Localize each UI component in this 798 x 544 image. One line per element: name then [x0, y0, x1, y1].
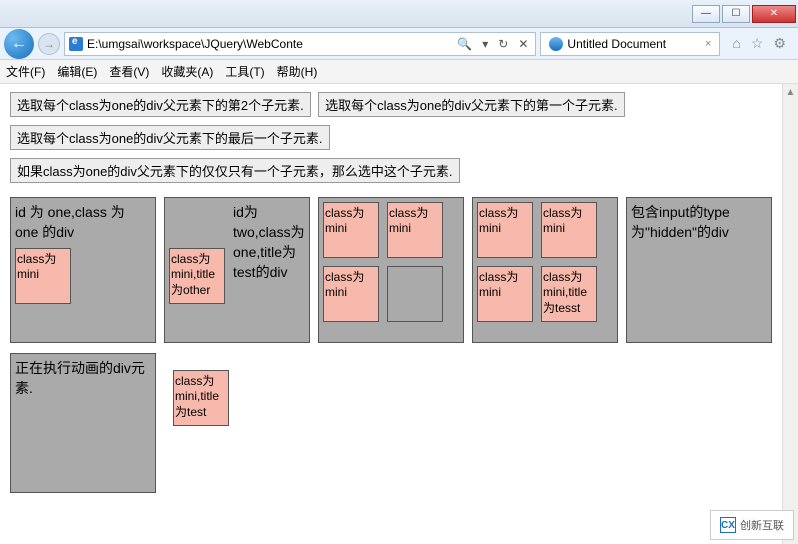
- div-one: id 为 one,class 为 one 的div class为mini: [10, 197, 156, 343]
- div-two: id为two,class为one,title为test的div class为mi…: [164, 197, 310, 343]
- btn-first-child[interactable]: 选取每个class为one的div父元素下的第一个子元素.: [318, 92, 625, 117]
- div-animating-title: 正在执行动画的div元素.: [15, 358, 151, 398]
- div-hidden-input: 包含input的type为"hidden"的div: [626, 197, 772, 343]
- home-icon[interactable]: ⌂: [732, 35, 740, 52]
- address-input[interactable]: [87, 37, 450, 51]
- minimize-button[interactable]: —: [692, 5, 720, 23]
- mini-box: class为mini: [387, 202, 443, 258]
- mini-box: class为mini: [477, 266, 533, 322]
- btn-last-child[interactable]: 选取每个class为one的div父元素下的最后一个子元素.: [10, 125, 330, 150]
- div-two-title: id为two,class为one,title为test的div: [233, 202, 305, 282]
- watermark-logo: CX: [720, 517, 736, 533]
- box-row-1: id 为 one,class 为 one 的div class为mini id为…: [10, 197, 788, 343]
- mini-box: class为mini: [323, 202, 379, 258]
- forward-button[interactable]: →: [38, 33, 60, 55]
- button-row-1: 选取每个class为one的div父元素下的第2个子元素. 选取每个class为…: [10, 92, 788, 121]
- div-four: class为mini class为mini class为mini class为m…: [472, 197, 618, 343]
- mini-box-empty: [387, 266, 443, 322]
- browser-tab[interactable]: Untitled Document ×: [540, 32, 720, 56]
- scroll-track[interactable]: [783, 100, 798, 528]
- menu-favorites[interactable]: 收藏夹(A): [161, 63, 213, 80]
- refresh-icon[interactable]: ↻: [495, 37, 511, 51]
- menu-tools[interactable]: 工具(T): [225, 63, 264, 80]
- button-row-3: 如果class为one的div父元素下的仅仅只有一个子元素，那么选中这个子元素.: [10, 158, 788, 187]
- vertical-scrollbar[interactable]: ▲ ▼: [782, 84, 798, 544]
- address-dropdown-icon[interactable]: ▾: [479, 37, 491, 51]
- address-bar[interactable]: 🔍 ▾ ↻ ✕: [64, 32, 536, 56]
- mini-box: class为mini: [477, 202, 533, 258]
- mini-box: class为mini: [15, 248, 71, 304]
- menu-bar: 文件(F) 编辑(E) 查看(V) 收藏夹(A) 工具(T) 帮助(H): [0, 60, 798, 84]
- btn-only-child[interactable]: 如果class为one的div父元素下的仅仅只有一个子元素，那么选中这个子元素.: [10, 158, 460, 183]
- box-row-2: 正在执行动画的div元素.: [10, 353, 788, 493]
- mini-box: class为mini,title为other: [169, 248, 225, 304]
- menu-view[interactable]: 查看(V): [109, 63, 149, 80]
- ie-page-icon: [69, 37, 83, 51]
- mini-box: class为mini: [323, 266, 379, 322]
- watermark: CX 创新互联: [710, 510, 794, 540]
- tab-title: Untitled Document: [567, 37, 666, 51]
- scroll-up-icon[interactable]: ▲: [783, 84, 798, 100]
- search-icon[interactable]: 🔍: [454, 37, 475, 51]
- mini-box: class为mini,title为tesst: [541, 266, 597, 322]
- btn-nth-child-2[interactable]: 选取每个class为one的div父元素下的第2个子元素.: [10, 92, 311, 117]
- div-hidden-title: 包含input的type为"hidden"的div: [631, 202, 767, 242]
- close-button[interactable]: ✕: [752, 5, 796, 23]
- navigation-bar: ← → 🔍 ▾ ↻ ✕ Untitled Document × ⌂ ☆ ⚙: [0, 28, 798, 60]
- toolbar-icons: ⌂ ☆ ⚙: [724, 35, 794, 52]
- div-one-title: id 为 one,class 为 one 的div: [15, 202, 151, 242]
- watermark-text: 创新互联: [740, 517, 784, 533]
- mini-box: class为mini: [541, 202, 597, 258]
- maximize-button[interactable]: ☐: [722, 5, 750, 23]
- page-content: 选取每个class为one的div父元素下的第2个子元素. 选取每个class为…: [0, 84, 798, 501]
- favorites-icon[interactable]: ☆: [751, 35, 764, 52]
- menu-help[interactable]: 帮助(H): [277, 63, 318, 80]
- tab-close-icon[interactable]: ×: [705, 38, 711, 50]
- mini-box: class为mini,title为test: [173, 370, 229, 426]
- button-row-2: 选取每个class为one的div父元素下的最后一个子元素.: [10, 125, 788, 154]
- menu-edit[interactable]: 编辑(E): [57, 63, 97, 80]
- back-button[interactable]: ←: [4, 29, 34, 59]
- stop-icon[interactable]: ✕: [515, 37, 531, 51]
- window-titlebar: — ☐ ✕: [0, 0, 798, 28]
- ie-tab-icon: [549, 37, 563, 51]
- tools-icon[interactable]: ⚙: [773, 35, 786, 52]
- div-animating: 正在执行动画的div元素.: [10, 353, 156, 493]
- menu-file[interactable]: 文件(F): [6, 63, 45, 80]
- div-three: class为mini class为mini class为mini: [318, 197, 464, 343]
